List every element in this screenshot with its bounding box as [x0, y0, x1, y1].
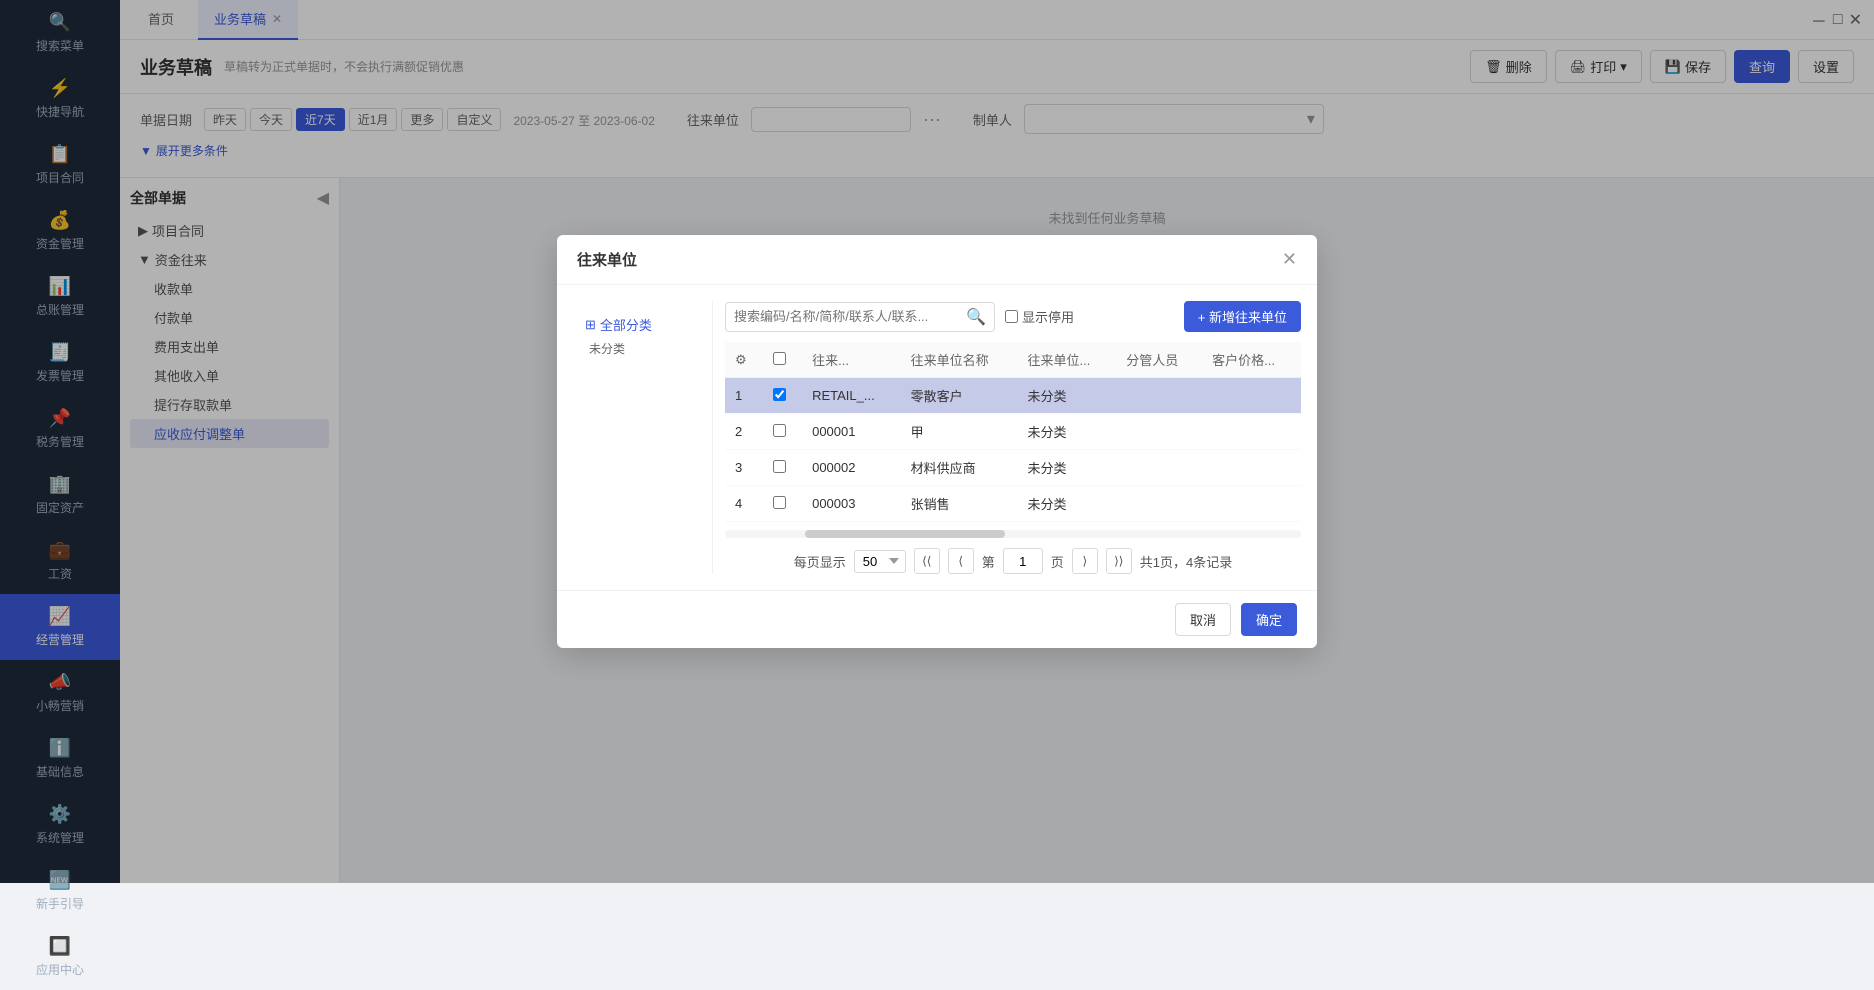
- table-row[interactable]: 1 RETAIL_... 零散客户 未分类: [725, 378, 1301, 414]
- row-manager: [1116, 414, 1202, 450]
- row-code: 000003: [802, 486, 901, 522]
- col-code: 往来...: [802, 342, 901, 378]
- table-row[interactable]: 2 000001 甲 未分类: [725, 414, 1301, 450]
- modal-right-panel: 🔍 显示停用 + 新增往来单位: [713, 301, 1301, 574]
- row-category: 未分类: [1018, 450, 1117, 486]
- partner-modal: 往来单位 ✕ ⊞ 全部分类 未分类: [557, 235, 1317, 648]
- page-suffix: 页: [1051, 552, 1064, 571]
- col-name: 往来单位名称: [901, 342, 1018, 378]
- search-icon: 🔍: [966, 307, 986, 327]
- sidebar-item-app-center[interactable]: 🔲 应用中心: [0, 924, 120, 990]
- table-header-row: ⚙ 往来... 往来单位名称 往来单位... 分管人员 客户价格...: [725, 342, 1301, 378]
- partner-search-input[interactable]: [734, 309, 966, 324]
- col-price-level: 客户价格...: [1202, 342, 1301, 378]
- row-manager: [1116, 486, 1202, 522]
- last-page-button[interactable]: ⟩⟩: [1106, 548, 1132, 574]
- cancel-button[interactable]: 取消: [1175, 603, 1231, 636]
- modal-close-button[interactable]: ✕: [1282, 249, 1297, 270]
- modal-footer: 取消 确定: [557, 590, 1317, 648]
- row-price: [1202, 486, 1301, 522]
- row-checkbox[interactable]: [763, 486, 802, 522]
- row-manager: [1116, 450, 1202, 486]
- modal-search-bar: 🔍 显示停用 + 新增往来单位: [725, 301, 1301, 332]
- category-all[interactable]: ⊞ 全部分类: [573, 309, 712, 340]
- row-num: 1: [725, 378, 763, 414]
- modal-header: 往来单位 ✕: [557, 235, 1317, 285]
- confirm-button[interactable]: 确定: [1241, 603, 1297, 636]
- page-number-input[interactable]: [1003, 548, 1043, 574]
- row-name: 甲: [901, 414, 1018, 450]
- page-word: 第: [982, 552, 995, 571]
- table-scrollbar[interactable]: [725, 530, 1301, 538]
- per-page-select[interactable]: 50 100 200: [854, 550, 906, 573]
- row-code: 000001: [802, 414, 901, 450]
- sidebar-item-label: 应用中心: [36, 961, 84, 978]
- row-checkbox[interactable]: [763, 414, 802, 450]
- row-name: 零散客户: [901, 378, 1018, 414]
- modal-category-panel: ⊞ 全部分类 未分类: [573, 301, 713, 574]
- total-info: 共1页，4条记录: [1140, 552, 1232, 571]
- row-name: 材料供应商: [901, 450, 1018, 486]
- modal-overlay[interactable]: 往来单位 ✕ ⊞ 全部分类 未分类: [0, 0, 1874, 883]
- show-disabled-checkbox[interactable]: [1005, 310, 1018, 323]
- row-code: 000002: [802, 450, 901, 486]
- category-uncategorized[interactable]: 未分类: [573, 340, 712, 357]
- select-all-checkbox[interactable]: [773, 352, 786, 365]
- next-page-button[interactable]: ⟩: [1072, 548, 1098, 574]
- row-price: [1202, 450, 1301, 486]
- per-page-label: 每页显示: [794, 552, 846, 571]
- show-disabled-checkbox-label[interactable]: 显示停用: [1005, 307, 1074, 326]
- table-row[interactable]: 3 000002 材料供应商 未分类: [725, 450, 1301, 486]
- modal-body: ⊞ 全部分类 未分类 🔍: [557, 285, 1317, 590]
- col-manager: 分管人员: [1116, 342, 1202, 378]
- row-num: 4: [725, 486, 763, 522]
- partner-table: ⚙ 往来... 往来单位名称 往来单位... 分管人员 客户价格...: [725, 342, 1301, 522]
- row-price: [1202, 414, 1301, 450]
- table-row[interactable]: 4 000003 张销售 未分类: [725, 486, 1301, 522]
- row-category: 未分类: [1018, 378, 1117, 414]
- row-category: 未分类: [1018, 486, 1117, 522]
- modal-title: 往来单位: [577, 249, 637, 270]
- col-settings: ⚙: [725, 342, 763, 378]
- prev-page-button[interactable]: ⟨: [948, 548, 974, 574]
- row-num: 3: [725, 450, 763, 486]
- row-checkbox[interactable]: [763, 450, 802, 486]
- modal-content: ⊞ 全部分类 未分类 🔍: [573, 301, 1301, 574]
- row-code: RETAIL_...: [802, 378, 901, 414]
- sidebar-item-label: 新手引导: [36, 895, 84, 912]
- add-partner-button[interactable]: + 新增往来单位: [1184, 301, 1301, 332]
- category-grid-icon: ⊞: [585, 317, 596, 333]
- col-checkbox: [763, 342, 802, 378]
- row-num: 2: [725, 414, 763, 450]
- row-category: 未分类: [1018, 414, 1117, 450]
- first-page-button[interactable]: ⟨⟨: [914, 548, 940, 574]
- pagination: 每页显示 50 100 200 ⟨⟨ ⟨ 第 页 ⟩ ⟩⟩ 共1页，4: [725, 538, 1301, 574]
- row-price: [1202, 378, 1301, 414]
- app-center-icon: 🔲: [49, 936, 71, 957]
- col-category: 往来单位...: [1018, 342, 1117, 378]
- row-checkbox[interactable]: [763, 378, 802, 414]
- row-name: 张销售: [901, 486, 1018, 522]
- row-manager: [1116, 378, 1202, 414]
